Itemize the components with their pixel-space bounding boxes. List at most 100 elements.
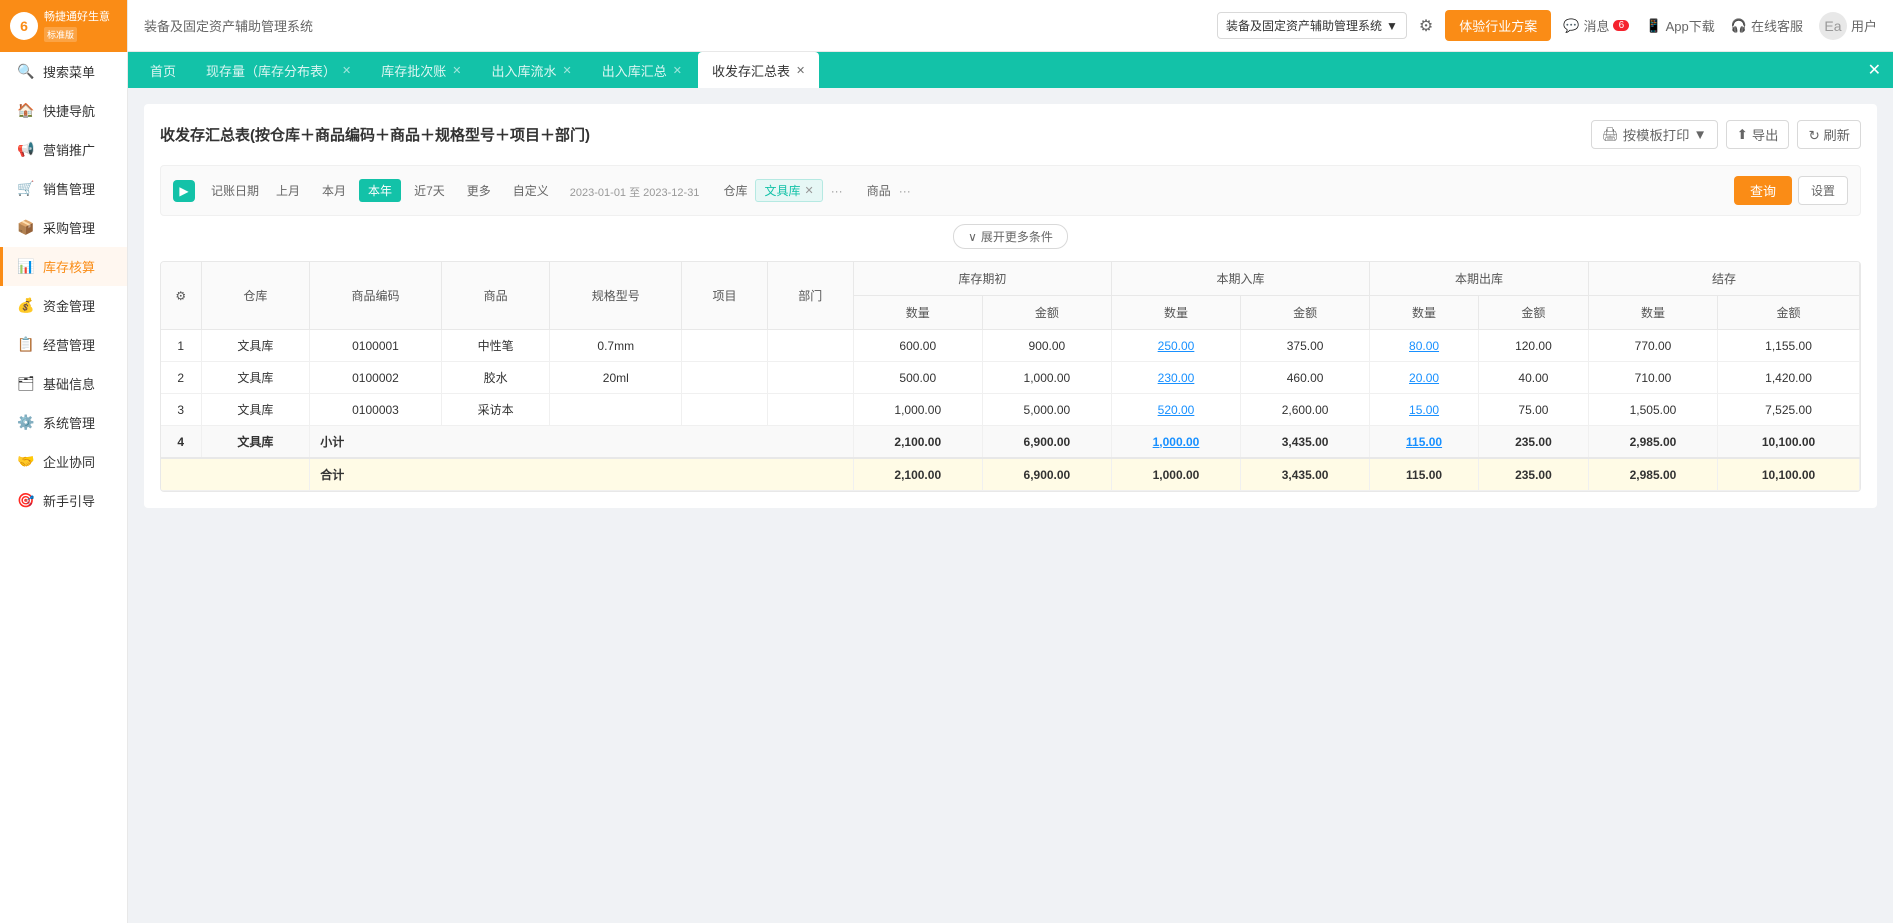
cell-total-balance-qty: 2,985.00	[1588, 458, 1717, 491]
page-title-actions: 🖨 按模板打印 ▼ ⬆ 导出 ↻ 刷新	[1591, 120, 1861, 149]
tab-home[interactable]: 首页	[136, 52, 190, 88]
cell-in-qty[interactable]: 250.00	[1111, 330, 1240, 362]
sidebar-item-finance[interactable]: 💰 资金管理	[0, 286, 127, 325]
date-btn-this-month[interactable]: 本月	[313, 179, 355, 202]
cell-balance-qty: 710.00	[1588, 362, 1717, 394]
tab-stock-dist[interactable]: 现存量（库存分布表） ✕	[192, 52, 365, 88]
tab-close-inout-summary[interactable]: ✕	[673, 64, 682, 77]
sidebar-item-search[interactable]: 🔍 搜索菜单	[0, 52, 127, 91]
sidebar-item-enterprise[interactable]: 🤝 企业协同	[0, 442, 127, 481]
cell-total-opening-qty: 2,100.00	[853, 458, 982, 491]
th-out-amt: 金额	[1478, 296, 1588, 330]
tab-close-stock-dist[interactable]: ✕	[342, 64, 351, 77]
cell-opening-amt: 1,000.00	[982, 362, 1111, 394]
sidebar-item-purchase[interactable]: 📦 采购管理	[0, 208, 127, 247]
sidebar-item-operations[interactable]: 📋 经营管理	[0, 325, 127, 364]
th-code: 商品编码	[310, 262, 442, 330]
system-selector[interactable]: 装备及固定资产辅助管理系统 ▼	[1217, 12, 1407, 39]
settings-icon[interactable]: ⚙	[1419, 16, 1433, 36]
date-buttons: 上月 本月 本年 近7天 更多 自定义	[267, 179, 558, 202]
date-btn-custom[interactable]: 自定义	[504, 179, 558, 202]
tab-batch[interactable]: 库存批次账 ✕	[367, 52, 475, 88]
cell-out-qty[interactable]: 20.00	[1370, 362, 1479, 394]
date-btn-last-month[interactable]: 上月	[267, 179, 309, 202]
cell-subtotal-in-qty[interactable]: 1,000.00	[1111, 426, 1240, 459]
cell-out-amt: 120.00	[1478, 330, 1588, 362]
warehouse-tag[interactable]: 文具库 ✕	[755, 179, 822, 202]
date-range-display: 2023-01-01 至 2023-12-31	[570, 184, 700, 200]
cell-total-text: 合计	[310, 458, 854, 491]
message-action[interactable]: 💬 消息 6	[1563, 16, 1629, 35]
th-opening-qty: 数量	[853, 296, 982, 330]
tab-stock-summary[interactable]: 收发存汇总表 ✕	[698, 52, 819, 88]
filter-toggle-arrow[interactable]: ▶	[173, 180, 195, 202]
online-service-action[interactable]: 🎧 在线客服	[1731, 16, 1803, 35]
th-balance-qty: 数量	[1588, 296, 1717, 330]
inventory-icon: 📊	[17, 258, 35, 275]
th-balance-group: 结存	[1588, 262, 1859, 296]
chevron-down-icon: ▼	[1386, 19, 1398, 33]
date-btn-more[interactable]: 更多	[458, 179, 500, 202]
tab-close-batch[interactable]: ✕	[452, 64, 461, 77]
sidebar-item-quicknav[interactable]: 🏠 快捷导航	[0, 91, 127, 130]
cell-warehouse: 文具库	[201, 362, 310, 394]
tab-inout-summary[interactable]: 出入库汇总 ✕	[588, 52, 696, 88]
export-icon: ⬆	[1737, 127, 1748, 143]
cell-balance-amt: 1,420.00	[1718, 362, 1860, 394]
topbar-actions: 💬 消息 6 📱 App下载 🎧 在线客服 Ea 用户	[1563, 12, 1877, 40]
sidebar-item-inventory[interactable]: 📊 库存核算	[0, 247, 127, 286]
date-btn-this-year[interactable]: 本年	[359, 179, 401, 202]
refresh-button[interactable]: ↻ 刷新	[1797, 120, 1861, 149]
warehouse-tag-close[interactable]: ✕	[804, 184, 813, 197]
user-action[interactable]: Ea 用户	[1819, 12, 1877, 40]
th-in-group: 本期入库	[1111, 262, 1369, 296]
export-button[interactable]: ⬆ 导出	[1726, 120, 1790, 149]
cell-num: 1	[161, 330, 201, 362]
cell-subtotal-opening-amt: 6,900.00	[982, 426, 1111, 459]
tabbar-close-icon[interactable]: ✕	[1864, 60, 1885, 80]
experience-button[interactable]: 体验行业方案	[1445, 10, 1551, 41]
query-button[interactable]: 查询	[1734, 176, 1792, 205]
cell-subtotal-in-amt: 3,435.00	[1241, 426, 1370, 459]
phone-icon: 📱	[1645, 18, 1661, 34]
warehouse-more-btn[interactable]: ···	[831, 184, 843, 198]
cell-subtotal-out-qty[interactable]: 115.00	[1370, 426, 1479, 459]
gear-icon[interactable]: ⚙	[175, 289, 186, 303]
cell-project	[682, 362, 768, 394]
sidebar-item-basic[interactable]: 🗂 基础信息	[0, 364, 127, 403]
warehouse-filter-label: 仓库	[723, 182, 747, 199]
cell-total-in-amt: 3,435.00	[1241, 458, 1370, 491]
cell-total-in-qty: 1,000.00	[1111, 458, 1240, 491]
th-spec: 规格型号	[550, 262, 682, 330]
cell-name: 中性笔	[441, 330, 550, 362]
sidebar-item-guide[interactable]: 🎯 新手引导	[0, 481, 127, 520]
cell-warehouse: 文具库	[201, 394, 310, 426]
tab-close-stock-summary[interactable]: ✕	[796, 64, 805, 77]
th-rownum: ⚙	[161, 262, 201, 330]
product-more-btn[interactable]: ···	[899, 184, 911, 198]
finance-icon: 💰	[17, 297, 35, 314]
sidebar: 6 畅捷通好生意 标准版 🔍 搜索菜单 🏠 快捷导航 📢 营销推广 🛒 销售管理…	[0, 0, 128, 923]
filter-group: 记账日期 上月 本月 本年 近7天 更多 自定义 2023-01-01 至 20…	[211, 179, 1718, 202]
operations-icon: 📋	[17, 336, 35, 353]
app-download-action[interactable]: 📱 App下载	[1645, 16, 1714, 35]
print-button[interactable]: 🖨 按模板打印 ▼	[1591, 120, 1718, 149]
cell-code: 0100003	[310, 394, 442, 426]
tab-close-inout-flow[interactable]: ✕	[563, 64, 572, 77]
sidebar-item-sales[interactable]: 🛒 销售管理	[0, 169, 127, 208]
search-icon: 🔍	[17, 63, 35, 80]
cell-total-balance-amt: 10,100.00	[1718, 458, 1860, 491]
tab-inout-flow[interactable]: 出入库流水 ✕	[477, 52, 585, 88]
filter-settings-button[interactable]: 设置	[1798, 176, 1848, 205]
cell-out-amt: 40.00	[1478, 362, 1588, 394]
expand-conditions-button[interactable]: ∨ 展开更多条件	[953, 224, 1068, 249]
sidebar-item-system[interactable]: ⚙️ 系统管理	[0, 403, 127, 442]
cell-out-qty[interactable]: 80.00	[1370, 330, 1479, 362]
cell-in-qty[interactable]: 230.00	[1111, 362, 1240, 394]
cell-subtotal-num: 4	[161, 426, 201, 459]
cell-out-qty[interactable]: 15.00	[1370, 394, 1479, 426]
date-btn-7days[interactable]: 近7天	[405, 179, 454, 202]
cell-in-qty[interactable]: 520.00	[1111, 394, 1240, 426]
sidebar-item-marketing[interactable]: 📢 营销推广	[0, 130, 127, 169]
cell-department	[767, 394, 853, 426]
